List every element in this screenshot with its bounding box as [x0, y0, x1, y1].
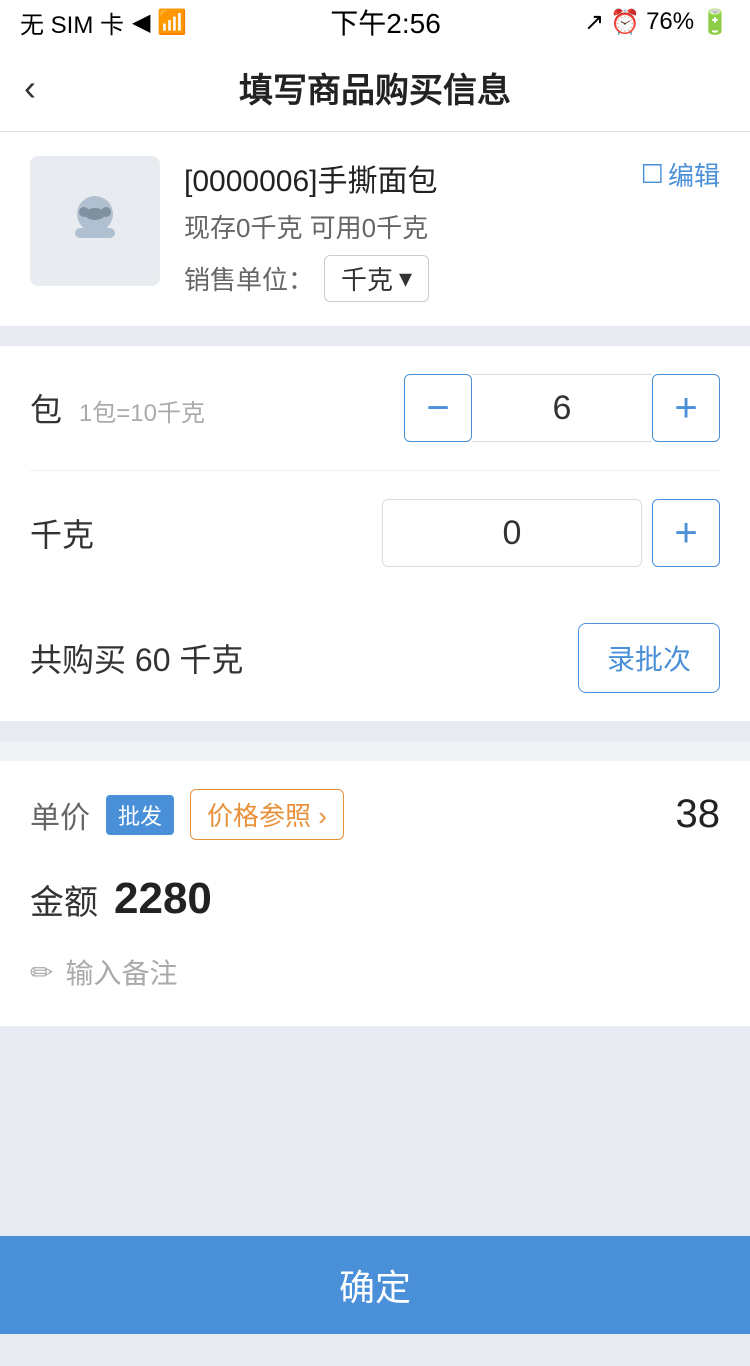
- summary-text: 共购买 60 千克: [30, 635, 243, 681]
- product-image: [30, 156, 160, 286]
- nav-bar: ‹ 填写商品购买信息: [0, 44, 750, 132]
- kilogram-input-row: 千克 +: [30, 471, 720, 595]
- price-section: 单价 批发 价格参照 › 38: [0, 761, 750, 850]
- input-section: 包 1包=10千克 − + 千克 +: [0, 346, 750, 595]
- location-icon: ↗: [584, 8, 604, 37]
- price-reference-button[interactable]: 价格参照 ›: [190, 789, 344, 840]
- status-left: 无 SIM 卡 ◀ 📶: [20, 5, 187, 40]
- sim-status: 无 SIM 卡: [20, 5, 124, 40]
- alarm-icon: ⏰: [610, 8, 640, 37]
- back-button[interactable]: ‹: [24, 67, 36, 109]
- amount-section: 金额 2280 ✏ 输入备注: [0, 850, 750, 1026]
- section-divider-2: [0, 721, 750, 741]
- package-plus-button[interactable]: +: [652, 374, 720, 442]
- status-time: 下午2:56: [330, 2, 441, 42]
- package-label-group: 包 1包=10千克: [30, 385, 205, 431]
- batch-record-button[interactable]: 录批次: [578, 623, 720, 693]
- package-input-row: 包 1包=10千克 − +: [30, 346, 720, 471]
- kilogram-input[interactable]: [382, 499, 642, 567]
- amount-value: 2280: [114, 874, 212, 924]
- edit-link[interactable]: ☐ 编辑: [641, 156, 720, 193]
- package-sublabel: 1包=10千克: [79, 400, 205, 427]
- product-logo-icon: [60, 186, 130, 256]
- edit-icon: ☐: [641, 159, 664, 190]
- unit-label: 销售单位：: [184, 260, 314, 297]
- package-minus-button[interactable]: −: [404, 374, 472, 442]
- status-bar: 无 SIM 卡 ◀ 📶 下午2:56 ↗ ⏰ 76% 🔋: [0, 0, 750, 44]
- unit-selector[interactable]: 千克 ▾: [324, 255, 429, 302]
- wifi-icon: ◀ 📶: [132, 8, 187, 37]
- remark-row[interactable]: ✏ 输入备注: [30, 942, 720, 1002]
- price-value: 38: [676, 792, 721, 837]
- package-input[interactable]: [472, 374, 652, 442]
- kilogram-label: 千克: [30, 510, 94, 556]
- price-tag: 批发: [106, 795, 174, 835]
- remark-placeholder: 输入备注: [65, 952, 177, 992]
- confirm-button[interactable]: 确定: [0, 1236, 750, 1334]
- summary-section: 共购买 60 千克 录批次: [0, 595, 750, 721]
- unit-value: 千克: [341, 260, 393, 297]
- product-unit-row: 销售单位： 千克 ▾: [184, 255, 720, 302]
- amount-row: 金额 2280: [30, 874, 720, 924]
- page-title: 填写商品购买信息: [239, 63, 511, 112]
- price-row: 单价 批发 价格参照 › 38: [30, 789, 720, 840]
- section-divider-1: [0, 326, 750, 346]
- edit-label: 编辑: [668, 156, 720, 193]
- product-info: [0000006]手撕面包 ☐ 编辑 现存0千克 可用0千克 销售单位： 千克 …: [184, 156, 720, 302]
- package-label: 包: [30, 392, 62, 428]
- product-card: [0000006]手撕面包 ☐ 编辑 现存0千克 可用0千克 销售单位： 千克 …: [0, 132, 750, 326]
- battery-text: 76%: [646, 8, 694, 36]
- status-right: ↗ ⏰ 76% 🔋: [584, 8, 730, 37]
- package-stepper: − +: [404, 374, 720, 442]
- price-label: 单价: [30, 793, 90, 837]
- kilogram-plus-button[interactable]: +: [652, 499, 720, 567]
- pencil-icon: ✏: [30, 956, 53, 989]
- kilogram-stepper: +: [382, 499, 720, 567]
- product-stock: 现存0千克 可用0千克: [184, 208, 720, 245]
- amount-label: 金额: [30, 875, 98, 924]
- unit-chevron-icon: ▾: [399, 263, 412, 294]
- battery-icon: 🔋: [700, 8, 730, 37]
- product-name: [0000006]手撕面包: [184, 156, 437, 200]
